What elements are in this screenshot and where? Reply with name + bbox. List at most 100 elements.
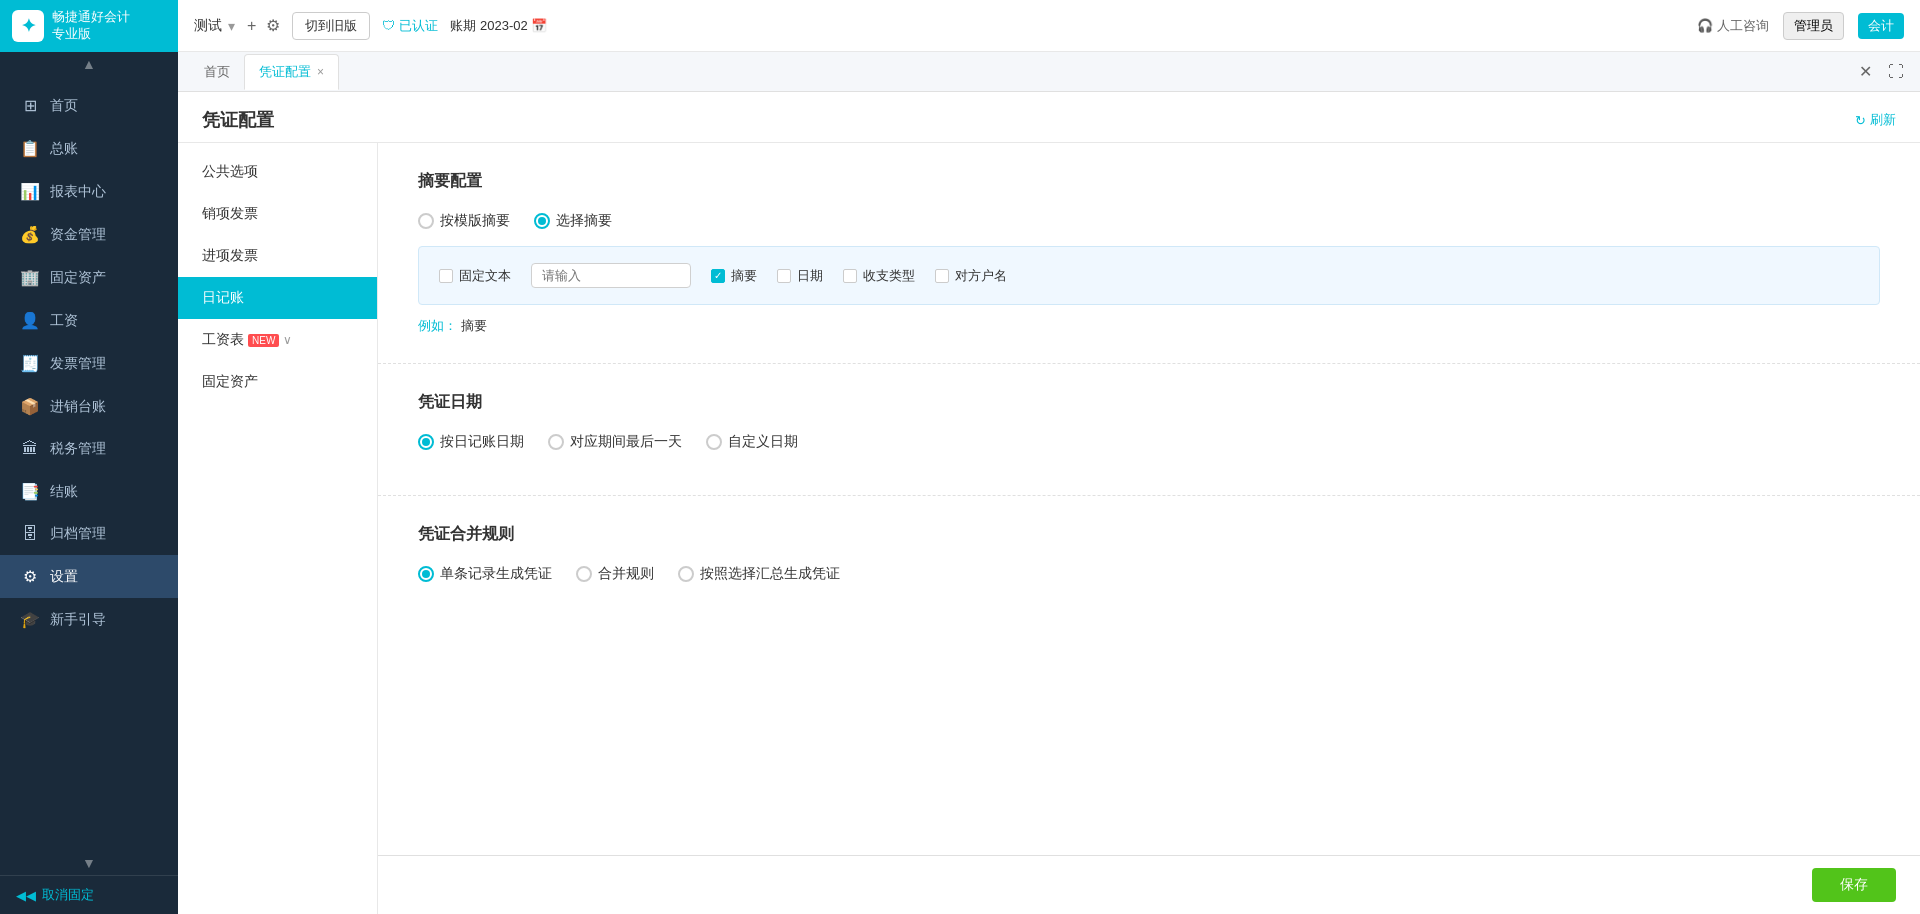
close-window-icon[interactable]: ✕ (1855, 58, 1876, 85)
date-radio-对应期间最后一天[interactable]: 对应期间最后一天 (548, 433, 682, 451)
bottom-bar: 保存 (378, 855, 1920, 914)
radio-label: 选择摘要 (556, 212, 612, 230)
verified-badge: 🛡 已认证 (382, 17, 438, 35)
radio-circle (678, 566, 694, 582)
sidebar-item-工资[interactable]: 👤工资 (0, 299, 178, 342)
chevron-down-icon[interactable]: ▾ (228, 18, 235, 34)
merge-radio-按照选择汇总生成凭证[interactable]: 按照选择汇总生成凭证 (678, 565, 840, 583)
right-panel-wrap: 摘要配置 按模版摘要选择摘要 固定文本✓摘要日期收支类型对方户名 例如： 摘要 … (378, 143, 1920, 914)
radio-circle (534, 213, 550, 229)
checkbox-item-摘要[interactable]: ✓摘要 (711, 267, 757, 285)
nav-icon: 📋 (20, 139, 40, 158)
summary-radio-group: 按模版摘要 选择摘要 (418, 212, 1880, 230)
sidebar-scroll-down[interactable]: ▼ (0, 851, 178, 875)
switch-version-button[interactable]: 切到旧版 (292, 12, 370, 40)
role-button[interactable]: 会计 (1858, 13, 1904, 39)
sidebar-item-新手引导[interactable]: 🎓新手引导 (0, 598, 178, 641)
summary-radio-按模版摘要[interactable]: 按模版摘要 (418, 212, 510, 230)
sidebar-item-税务管理[interactable]: 🏛 税务管理 (0, 428, 178, 470)
topbar: 测试 ▾ + ⚙ 切到旧版 🛡 已认证 账期 2023-02 📅 🎧 人工咨询 … (178, 0, 1920, 52)
checkbox-label: 摘要 (731, 267, 757, 285)
left-nav-item-公共选项[interactable]: 公共选项 (178, 151, 377, 193)
nav-label: 新手引导 (50, 611, 106, 629)
main-area: 测试 ▾ + ⚙ 切到旧版 🛡 已认证 账期 2023-02 📅 🎧 人工咨询 … (178, 0, 1920, 914)
shield-icon: 🛡 (382, 18, 395, 33)
radio-label: 按日记账日期 (440, 433, 524, 451)
left-nav-item-进项发票[interactable]: 进项发票 (178, 235, 377, 277)
nav-label: 结账 (50, 483, 78, 501)
checkbox-item-收支类型[interactable]: 收支类型 (843, 267, 915, 285)
sidebar-item-固定资产[interactable]: 🏢固定资产 (0, 256, 178, 299)
nav-label: 发票管理 (50, 355, 106, 373)
consult-button[interactable]: 🎧 人工咨询 (1697, 17, 1769, 35)
refresh-button[interactable]: ↻ 刷新 (1855, 111, 1896, 129)
checkbox-item-对方户名[interactable]: 对方户名 (935, 267, 1007, 285)
radio-circle (418, 434, 434, 450)
refresh-icon: ↻ (1855, 113, 1866, 128)
nav-chevron-icon: ∨ (279, 333, 291, 347)
nav-icon: 🏢 (20, 268, 40, 287)
sidebar-item-进销台账[interactable]: 📦进销台账 (0, 385, 178, 428)
radio-circle (418, 566, 434, 582)
tab-voucher-config[interactable]: 凭证配置 × (244, 54, 339, 90)
date-radio-自定义日期[interactable]: 自定义日期 (706, 433, 798, 451)
date-radio-按日记账日期[interactable]: 按日记账日期 (418, 433, 524, 451)
nav-label: 进销台账 (50, 398, 106, 416)
content-body: 公共选项销项发票进项发票日记账工资表NEW ∨固定资产 摘要配置 按模版摘要 选择… (178, 143, 1920, 914)
sidebar-item-报表中心[interactable]: 📊报表中心 (0, 170, 178, 213)
nav-icon: 💰 (20, 225, 40, 244)
settings-icon[interactable]: ⚙ (266, 16, 280, 35)
nav-label: 设置 (50, 568, 78, 586)
user-button[interactable]: 管理员 (1783, 12, 1844, 40)
nav-label: 归档管理 (50, 525, 106, 543)
logo-icon: ✦ (12, 10, 44, 42)
fixed-text-input[interactable] (531, 263, 691, 288)
merge-title: 凭证合并规则 (418, 524, 1880, 545)
nav-label: 税务管理 (50, 440, 106, 458)
merge-radio-合并规则[interactable]: 合并规则 (576, 565, 654, 583)
left-nav-item-工资表[interactable]: 工资表NEW ∨ (178, 319, 377, 361)
sidebar-item-结账[interactable]: 📑结账 (0, 470, 178, 513)
nav-icon: 🗄 (20, 525, 40, 543)
radio-label: 单条记录生成凭证 (440, 565, 552, 583)
right-panel: 摘要配置 按模版摘要选择摘要 固定文本✓摘要日期收支类型对方户名 例如： 摘要 … (378, 143, 1920, 855)
sidebar-scroll-up[interactable]: ▲ (0, 52, 178, 76)
sidebar-item-首页[interactable]: ⊞首页 (0, 84, 178, 127)
checkbox-item-日期[interactable]: 日期 (777, 267, 823, 285)
calendar-icon[interactable]: 📅 (531, 18, 547, 33)
merge-radio-group: 单条记录生成凭证 合并规则 按照选择汇总生成凭证 (418, 565, 1880, 583)
left-nav-item-固定资产[interactable]: 固定资产 (178, 361, 377, 403)
sidebar-item-总账[interactable]: 📋 总账 (0, 127, 178, 170)
save-button[interactable]: 保存 (1812, 868, 1896, 902)
date-section: 凭证日期 按日记账日期对应期间最后一天自定义日期 (378, 364, 1920, 496)
checkbox-label: 对方户名 (955, 267, 1007, 285)
left-nav-item-日记账[interactable]: 日记账 (178, 277, 377, 319)
sidebar-pin-toggle[interactable]: ◀◀ 取消固定 (0, 875, 178, 914)
summary-title: 摘要配置 (418, 171, 1880, 192)
expand-icon[interactable]: ⛶ (1884, 59, 1908, 85)
sidebar-item-资金管理[interactable]: 💰 资金管理 (0, 213, 178, 256)
nav-label: 报表中心 (50, 183, 106, 201)
nav-label: 资金管理 (50, 226, 106, 244)
summary-section: 摘要配置 按模版摘要选择摘要 固定文本✓摘要日期收支类型对方户名 例如： 摘要 (378, 143, 1920, 364)
project-selector[interactable]: 测试 ▾ (194, 17, 235, 35)
checkbox-item-固定文本[interactable]: 固定文本 (439, 267, 511, 285)
left-nav: 公共选项销项发票进项发票日记账工资表NEW ∨固定资产 (178, 143, 378, 914)
radio-circle (548, 434, 564, 450)
period-display: 账期 2023-02 📅 (450, 17, 547, 35)
tab-home[interactable]: 首页 (190, 55, 244, 89)
tab-close-icon[interactable]: × (317, 65, 324, 79)
radio-label: 对应期间最后一天 (570, 433, 682, 451)
tabbar-right: ✕ ⛶ (1855, 58, 1908, 85)
add-icon[interactable]: + (247, 17, 256, 35)
left-nav-item-销项发票[interactable]: 销项发票 (178, 193, 377, 235)
nav-icon: 🏛 (20, 440, 40, 458)
sidebar-item-发票管理[interactable]: 🧾发票管理 (0, 342, 178, 385)
new-badge: NEW (248, 334, 279, 347)
sidebar-item-归档管理[interactable]: 🗄 归档管理 (0, 513, 178, 555)
summary-radio-选择摘要[interactable]: 选择摘要 (534, 212, 612, 230)
checkbox-box (439, 269, 453, 283)
sidebar-item-设置[interactable]: ⚙设置 (0, 555, 178, 598)
merge-radio-单条记录生成凭证[interactable]: 单条记录生成凭证 (418, 565, 552, 583)
nav-label: 总账 (50, 140, 78, 158)
